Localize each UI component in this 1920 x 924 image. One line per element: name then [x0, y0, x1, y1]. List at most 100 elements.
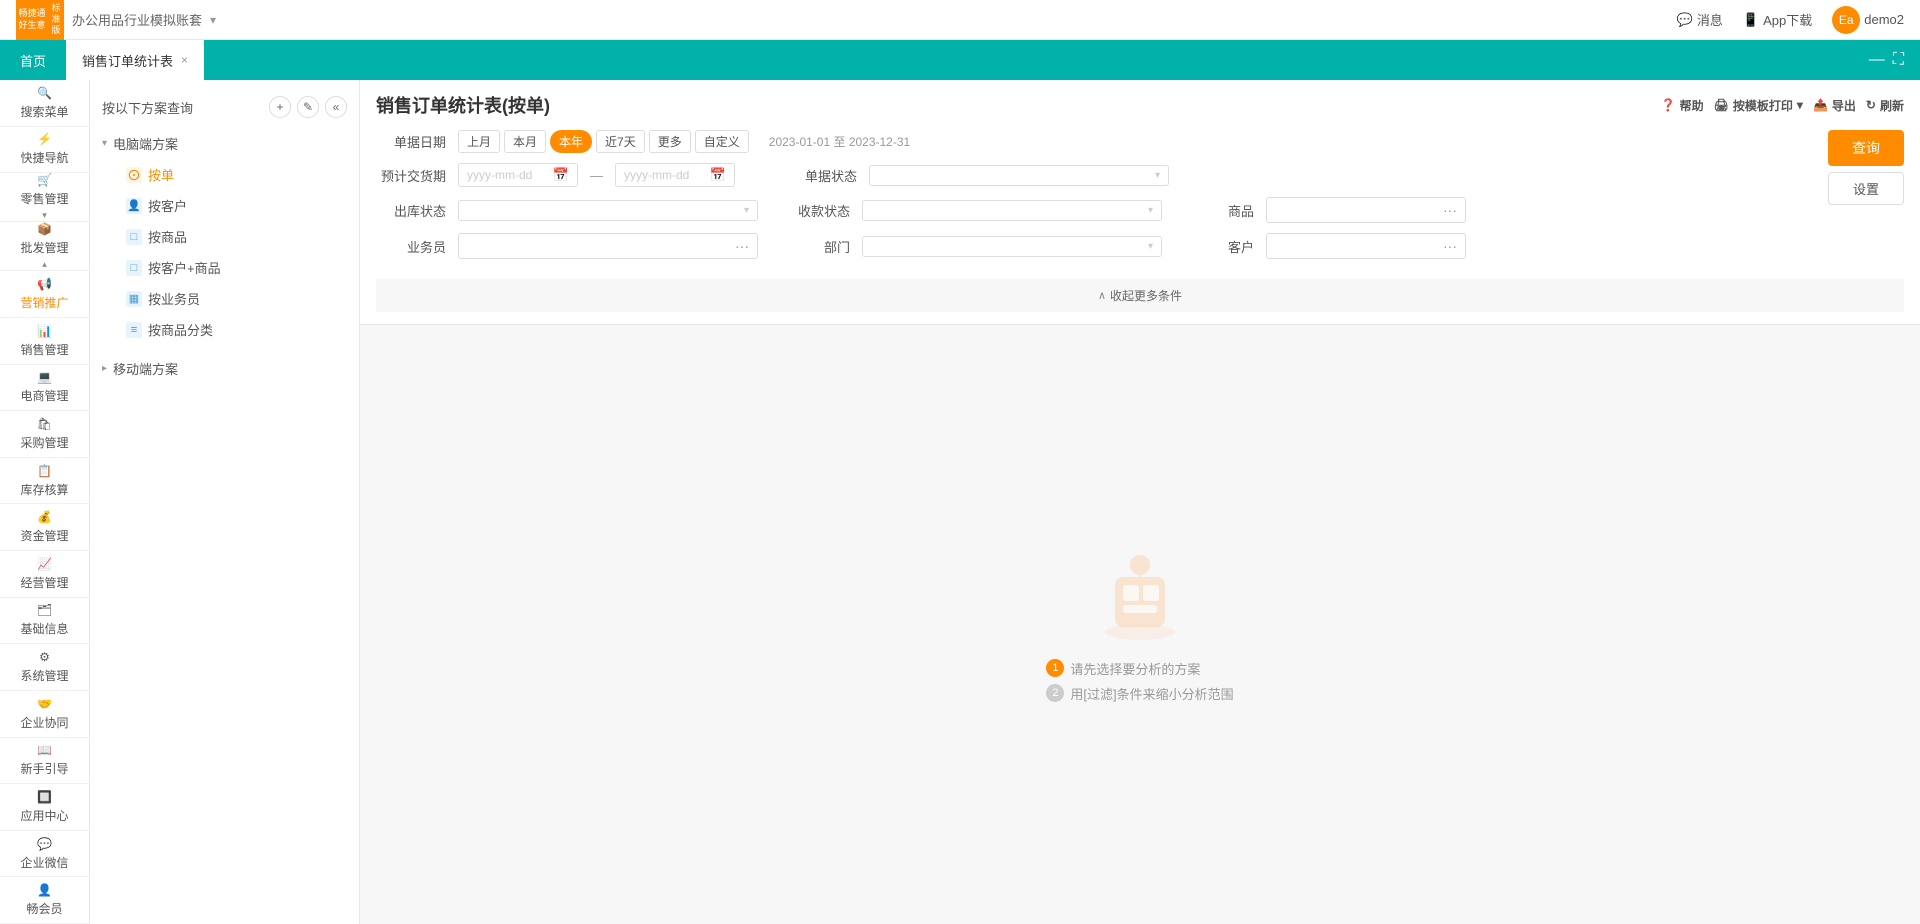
collapse-row[interactable]: ∧ 收起更多条件 — [376, 279, 1904, 312]
tab-sales-statistics[interactable]: 销售订单统计表 × — [66, 40, 204, 80]
message-btn[interactable]: 💬 消息 — [1677, 10, 1723, 29]
date-btn-this-year[interactable]: 本年 — [550, 130, 592, 153]
sidebar-item-apps[interactable]: 🔲 应用中心 — [0, 784, 89, 831]
tabbar: 首页 销售订单统计表 × — ⛶ — [0, 40, 1920, 80]
calendar-icon-start: 📅 — [553, 167, 569, 183]
sidebar-item-search[interactable]: 🔍 搜索菜单 — [0, 80, 89, 127]
topbar-right: 💬 消息 📱 App下载 Ea demo2 — [1677, 6, 1904, 34]
date-range-text: 2023-01-01 至 2023-12-31 — [769, 133, 910, 150]
maximize-btn[interactable]: ⛶ — [1893, 51, 1904, 69]
pc-section-header[interactable]: ▾ 电脑端方案 — [102, 128, 347, 159]
page-title-row: 销售订单统计表(按单) ❓ 帮助 🖨 按模板打印 ▾ 📤 — [376, 92, 1904, 118]
date-btn-group: 上月 本月 本年 近7天 更多 自定义 — [458, 130, 749, 153]
sidebar-item-wholesale[interactable]: 📦 批发管理 ▴ — [0, 222, 89, 271]
sidebar: 🔍 搜索菜单 ⚡ 快捷导航 🛒 零售管理 ▾ 📦 批发管理 ▴ 📢 营销推广 📊… — [0, 80, 90, 924]
message-icon: 💬 — [1677, 12, 1693, 28]
wholesale-icon: 📦 — [37, 222, 52, 236]
payment-status-select[interactable]: ▾ — [862, 200, 1162, 221]
customer-select[interactable]: ··· — [1266, 233, 1466, 259]
tree-item-by-category[interactable]: ≡ 按商品分类 — [102, 314, 347, 345]
empty-tips: 1 请先选择要分析的方案 2 用[过滤]条件来缩小分析范围 — [1046, 659, 1233, 703]
sidebar-item-ecommerce[interactable]: 💻 电商管理 — [0, 365, 89, 412]
sidebar-item-inventory[interactable]: 📋 库存核算 — [0, 458, 89, 505]
minimize-btn[interactable]: — — [1869, 51, 1885, 69]
sidebar-item-basic[interactable]: 🗂 基础信息 — [0, 598, 89, 645]
date-btn-custom[interactable]: 自定义 — [695, 130, 749, 153]
sidebar-item-marketing[interactable]: 📢 营销推广 — [0, 271, 89, 318]
status-select[interactable]: ▾ — [869, 165, 1169, 186]
finance-icon: 💰 — [37, 510, 52, 524]
goods-more-icon[interactable]: ··· — [1443, 202, 1457, 218]
app-download-btn[interactable]: 📱 App下载 — [1743, 10, 1812, 29]
expected-date-end[interactable]: yyyy-mm-dd 📅 — [615, 163, 735, 187]
date-btn-this-month[interactable]: 本月 — [504, 130, 546, 153]
tab-close-btn[interactable]: × — [181, 53, 188, 67]
sidebar-item-system[interactable]: ⚙ 系统管理 — [0, 644, 89, 691]
enterprise-icon: 🤝 — [37, 697, 52, 711]
date-filter-row: 单据日期 上月 本月 本年 近7天 更多 自定义 2023-01-01 至 20… — [376, 130, 1808, 153]
status-dropdown-icon: ▾ — [1155, 170, 1160, 181]
salesman-more-icon[interactable]: ··· — [735, 238, 749, 254]
date-btn-more[interactable]: 更多 — [649, 130, 691, 153]
panel-collapse-btn[interactable]: « — [325, 96, 347, 118]
panel-add-btn[interactable]: + — [269, 96, 291, 118]
by-category-icon: ≡ — [126, 322, 142, 338]
export-icon: 📤 — [1813, 98, 1828, 112]
empty-illustration — [1080, 547, 1200, 647]
date-btn-7days[interactable]: 近7天 — [596, 130, 645, 153]
empty-state: 1 请先选择要分析的方案 2 用[过滤]条件来缩小分析范围 — [360, 325, 1920, 924]
date-label: 单据日期 — [376, 132, 446, 151]
settings-button[interactable]: 设置 — [1828, 172, 1904, 205]
panel-title: 按以下方案查询 — [102, 98, 193, 117]
pc-section: ▾ 电脑端方案 ⊙ 按单 👤 按客户 □ 按商品 □ 按客户+商品 — [90, 124, 359, 349]
main-layout: 🔍 搜索菜单 ⚡ 快捷导航 🛒 零售管理 ▾ 📦 批发管理 ▴ 📢 营销推广 📊… — [0, 80, 1920, 924]
customer-more-icon[interactable]: ··· — [1443, 238, 1457, 254]
sidebar-item-quick-nav[interactable]: ⚡ 快捷导航 — [0, 127, 89, 174]
sidebar-item-newbie[interactable]: 📖 新手引导 — [0, 738, 89, 785]
apps-icon: 🔲 — [37, 790, 52, 804]
date-btn-last-month[interactable]: 上月 — [458, 130, 500, 153]
user-profile-btn[interactable]: Ea demo2 — [1832, 6, 1904, 34]
tree-item-by-goods[interactable]: □ 按商品 — [102, 221, 347, 252]
tree-item-by-salesman[interactable]: ▦ 按业务员 — [102, 283, 347, 314]
tree-item-by-order[interactable]: ⊙ 按单 — [102, 159, 347, 190]
refresh-icon: ↻ — [1866, 98, 1876, 112]
content: 按以下方案查询 + ✎ « ▾ 电脑端方案 ⊙ 按单 👤 按 — [90, 80, 1920, 924]
sidebar-item-sales[interactable]: 📊 销售管理 — [0, 318, 89, 365]
query-button[interactable]: 查询 — [1828, 130, 1904, 166]
salesman-select[interactable]: ··· — [458, 233, 758, 259]
left-panel: 按以下方案查询 + ✎ « ▾ 电脑端方案 ⊙ 按单 👤 按 — [90, 80, 360, 924]
member-icon: 👤 — [37, 883, 52, 897]
by-customer-goods-icon: □ — [126, 260, 142, 276]
by-salesman-icon: ▦ — [126, 291, 142, 307]
dept-dropdown-icon: ▾ — [1148, 241, 1153, 252]
tree-item-by-customer[interactable]: 👤 按客户 — [102, 190, 347, 221]
print-btn[interactable]: 🖨 按模板打印 ▾ — [1714, 97, 1803, 114]
dept-select[interactable]: ▾ — [862, 236, 1162, 257]
goods-select[interactable]: ··· — [1266, 197, 1466, 223]
tree-item-by-customer-goods[interactable]: □ 按客户+商品 — [102, 252, 347, 283]
mobile-section-header[interactable]: ▸ 移动端方案 — [102, 353, 347, 384]
help-btn[interactable]: ❓ 帮助 — [1661, 97, 1704, 114]
workspace-dropdown-icon[interactable]: ▾ — [210, 13, 216, 27]
tab-home[interactable]: 首页 — [0, 40, 66, 80]
operation-icon: 📈 — [37, 557, 52, 571]
ecommerce-icon: 💻 — [37, 370, 52, 384]
sidebar-item-retail[interactable]: 🛒 零售管理 ▾ — [0, 173, 89, 222]
export-btn[interactable]: 📤 导出 — [1813, 97, 1856, 114]
sidebar-item-purchase[interactable]: 🛍 采购管理 — [0, 411, 89, 458]
sidebar-item-wechat[interactable]: 💬 企业微信 — [0, 831, 89, 878]
sidebar-item-finance[interactable]: 💰 资金管理 — [0, 504, 89, 551]
mobile-section: ▸ 移动端方案 — [90, 349, 359, 388]
panel-edit-btn[interactable]: ✎ — [297, 96, 319, 118]
status-row: 出库状态 ▾ 收款状态 ▾ 商品 — [376, 197, 1808, 223]
sidebar-item-member[interactable]: 👤 畅会员 — [0, 877, 89, 924]
out-status-select[interactable]: ▾ — [458, 200, 758, 221]
expected-date-start[interactable]: yyyy-mm-dd 📅 — [458, 163, 578, 187]
wechat-icon: 💬 — [37, 837, 52, 851]
pc-section-label: 电脑端方案 — [113, 134, 178, 153]
sidebar-item-operation[interactable]: 📈 经营管理 — [0, 551, 89, 598]
refresh-btn[interactable]: ↻ 刷新 — [1866, 97, 1904, 114]
sidebar-item-enterprise[interactable]: 🤝 企业协同 — [0, 691, 89, 738]
payment-dropdown-icon: ▾ — [1148, 205, 1153, 216]
